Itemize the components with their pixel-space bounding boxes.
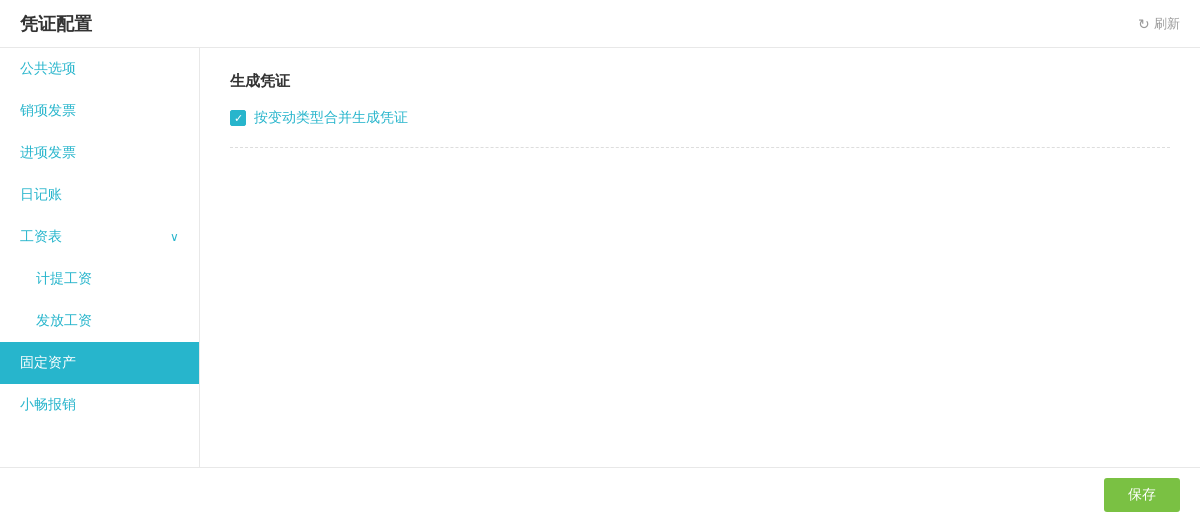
sidebar-item-purchase-invoice[interactable]: 进项发票 (0, 132, 199, 174)
save-button[interactable]: 保存 (1104, 478, 1180, 512)
page-title: 凭证配置 (20, 12, 92, 36)
sidebar-item-expense[interactable]: 小畅报销 (0, 384, 199, 426)
sidebar-item-sales-invoice[interactable]: 销项发票 (0, 90, 199, 132)
sidebar-item-label: 发放工资 (36, 312, 92, 330)
merge-type-checkbox[interactable]: ✓ (230, 110, 246, 126)
sidebar-item-label: 公共选项 (20, 60, 76, 78)
sidebar-item-public[interactable]: 公共选项 (0, 48, 199, 90)
app-wrapper: 凭证配置 ↻ 刷新 公共选项销项发票进项发票日记账工资表 ∨ 计提工资发放工资固定资… (0, 0, 1200, 522)
refresh-label: 刷新 (1154, 15, 1180, 33)
sidebar-item-label: 进项发票 (20, 144, 76, 162)
main-content: 公共选项销项发票进项发票日记账工资表 ∨ 计提工资发放工资固定资产小畅报销 生成凭证… (0, 48, 1200, 467)
content-area: 生成凭证 ✓ 按变动类型合并生成凭证 (200, 48, 1200, 467)
chevron-down-icon: ∨ (170, 230, 179, 244)
sidebar-item-payroll-issue[interactable]: 发放工资 (0, 300, 199, 342)
sidebar-item-label: 销项发票 (20, 102, 76, 120)
section-divider (230, 147, 1170, 148)
sidebar-item-label: 固定资产 (20, 354, 76, 372)
page-footer: 保存 (0, 467, 1200, 522)
checkmark-icon: ✓ (234, 113, 243, 124)
sidebar-item-payroll-accrue[interactable]: 计提工资 (0, 258, 199, 300)
sidebar-item-fixed-assets[interactable]: 固定资产 (0, 342, 199, 384)
page-header: 凭证配置 ↻ 刷新 (0, 0, 1200, 48)
sidebar-item-label: 计提工资 (36, 270, 92, 288)
sidebar-item-payroll-table[interactable]: 工资表 ∨ (0, 216, 199, 258)
checkbox-label: 按变动类型合并生成凭证 (254, 109, 408, 127)
sidebar-item-label: 小畅报销 (20, 396, 76, 414)
refresh-icon: ↻ (1138, 16, 1150, 32)
sidebar-item-label: 日记账 (20, 186, 62, 204)
refresh-button[interactable]: ↻ 刷新 (1138, 15, 1180, 33)
checkbox-row: ✓ 按变动类型合并生成凭证 (230, 109, 1170, 127)
sidebar: 公共选项销项发票进项发票日记账工资表 ∨ 计提工资发放工资固定资产小畅报销 (0, 48, 200, 467)
sidebar-item-label: 工资表 (20, 228, 62, 246)
sidebar-item-journal[interactable]: 日记账 (0, 174, 199, 216)
section-title: 生成凭证 (230, 72, 1170, 91)
